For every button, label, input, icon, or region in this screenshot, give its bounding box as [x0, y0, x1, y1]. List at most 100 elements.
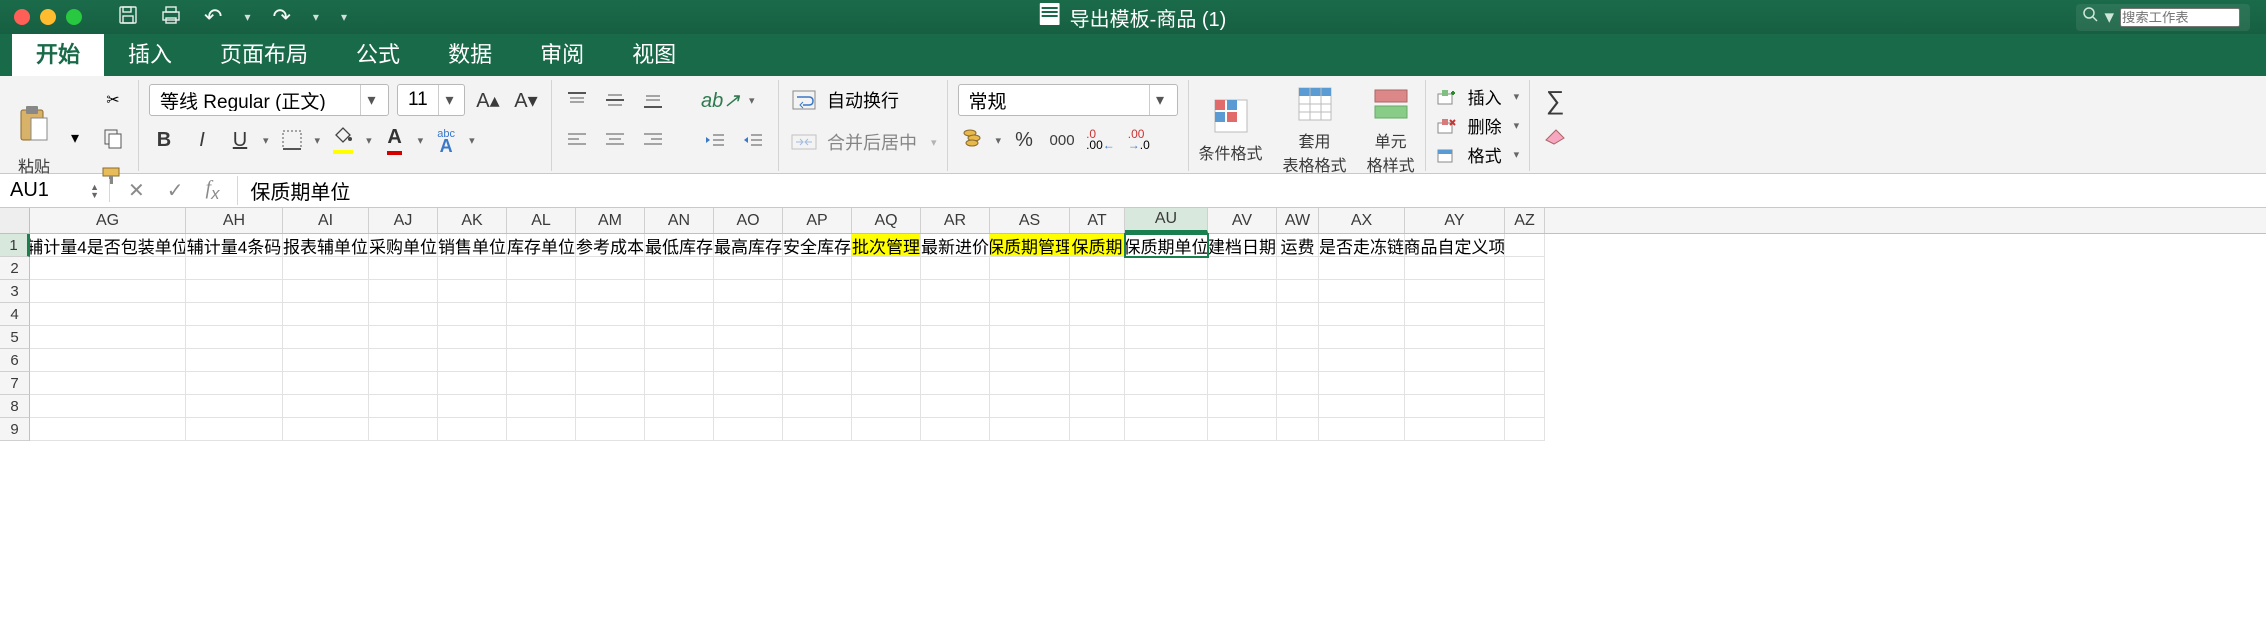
copy-button[interactable] — [98, 122, 128, 154]
clear-button[interactable] — [1540, 122, 1570, 154]
align-left-button[interactable] — [562, 124, 592, 156]
underline-button[interactable]: U — [225, 124, 255, 156]
decrease-font-button[interactable]: A▾ — [511, 84, 541, 116]
row-header[interactable]: 3 — [0, 280, 30, 303]
column-header-AY[interactable]: AY — [1405, 208, 1505, 233]
column-header-AM[interactable]: AM — [576, 208, 645, 233]
cell[interactable] — [852, 326, 921, 349]
font-name-combo[interactable]: ▾ — [149, 84, 389, 116]
cell[interactable] — [30, 418, 186, 441]
cell[interactable] — [990, 349, 1070, 372]
fill-color-button[interactable] — [328, 124, 358, 156]
cell[interactable] — [438, 280, 507, 303]
row-header[interactable]: 1 — [0, 234, 30, 257]
cell[interactable] — [1405, 326, 1505, 349]
cell[interactable]: 报表辅单位 — [283, 234, 369, 257]
column-header-AS[interactable]: AS — [990, 208, 1070, 233]
cell[interactable] — [852, 303, 921, 326]
cell[interactable] — [1405, 257, 1505, 280]
cell[interactable] — [645, 303, 714, 326]
cell[interactable] — [1208, 326, 1277, 349]
cell[interactable] — [783, 418, 852, 441]
cell[interactable] — [1070, 303, 1125, 326]
cell[interactable] — [1125, 257, 1208, 280]
column-header-AZ[interactable]: AZ — [1505, 208, 1545, 233]
cell[interactable] — [507, 280, 576, 303]
cell[interactable] — [30, 280, 186, 303]
cell[interactable] — [369, 257, 438, 280]
cell[interactable] — [1277, 326, 1319, 349]
cell[interactable] — [576, 349, 645, 372]
chevron-down-icon[interactable]: ▾ — [438, 85, 460, 115]
cell[interactable] — [921, 372, 990, 395]
tab-view[interactable]: 视图 — [608, 28, 700, 76]
cell[interactable] — [1277, 372, 1319, 395]
cell[interactable] — [783, 257, 852, 280]
redo-dropdown-icon[interactable]: ▾ — [313, 10, 319, 24]
cell[interactable] — [438, 349, 507, 372]
cell[interactable] — [1319, 395, 1405, 418]
cell[interactable] — [369, 303, 438, 326]
cell[interactable] — [990, 418, 1070, 441]
cell[interactable] — [1505, 349, 1545, 372]
cell[interactable] — [645, 418, 714, 441]
cell[interactable] — [921, 418, 990, 441]
select-all-corner[interactable] — [0, 208, 30, 233]
undo-icon[interactable]: ↶ — [204, 4, 222, 30]
cell[interactable] — [186, 303, 283, 326]
cell[interactable] — [1505, 395, 1545, 418]
cell[interactable] — [30, 257, 186, 280]
cell[interactable] — [1505, 257, 1545, 280]
cell[interactable] — [645, 280, 714, 303]
qat-customize-icon[interactable]: ▾ — [341, 10, 347, 24]
column-header-AR[interactable]: AR — [921, 208, 990, 233]
close-window-button[interactable] — [14, 9, 30, 25]
cell[interactable]: 批次管理 — [852, 234, 921, 257]
cell[interactable] — [1277, 418, 1319, 441]
cell[interactable] — [990, 303, 1070, 326]
cell[interactable] — [1319, 303, 1405, 326]
column-header-AH[interactable]: AH — [186, 208, 283, 233]
italic-button[interactable]: I — [187, 124, 217, 156]
cell[interactable] — [1070, 280, 1125, 303]
cell[interactable] — [1125, 418, 1208, 441]
name-box[interactable]: AU1 ▲▼ — [0, 179, 110, 202]
column-header-AJ[interactable]: AJ — [369, 208, 438, 233]
cell[interactable] — [30, 303, 186, 326]
row-header[interactable]: 9 — [0, 418, 30, 441]
zoom-window-button[interactable] — [66, 9, 82, 25]
cell[interactable] — [438, 372, 507, 395]
cell[interactable] — [990, 280, 1070, 303]
cell[interactable]: 商品自定义项 — [1405, 234, 1505, 257]
cell[interactable] — [1505, 303, 1545, 326]
row-header[interactable]: 8 — [0, 395, 30, 418]
cell[interactable] — [1070, 395, 1125, 418]
cell[interactable] — [1505, 418, 1545, 441]
cell[interactable] — [852, 418, 921, 441]
cell[interactable]: 辅计量4是否包装单位 — [30, 234, 186, 257]
cell[interactable] — [576, 257, 645, 280]
cell[interactable] — [369, 395, 438, 418]
cell[interactable] — [1208, 372, 1277, 395]
cell[interactable] — [783, 372, 852, 395]
column-header-AI[interactable]: AI — [283, 208, 369, 233]
row-header[interactable]: 4 — [0, 303, 30, 326]
cell-styles-button[interactable]: 单元 格样式 — [1367, 84, 1415, 176]
cell[interactable] — [576, 326, 645, 349]
cell[interactable] — [645, 395, 714, 418]
align-top-button[interactable] — [562, 84, 592, 116]
cell[interactable] — [1070, 257, 1125, 280]
cell[interactable] — [1070, 326, 1125, 349]
cell[interactable] — [30, 372, 186, 395]
orientation-dropdown[interactable]: ▾ — [749, 94, 755, 107]
fx-icon[interactable]: fx — [206, 177, 220, 204]
cell[interactable] — [1125, 303, 1208, 326]
cell[interactable] — [1070, 349, 1125, 372]
cell[interactable]: 销售单位 — [438, 234, 507, 257]
cell[interactable] — [369, 372, 438, 395]
cell[interactable] — [283, 372, 369, 395]
font-size-input[interactable] — [398, 89, 438, 111]
cell[interactable] — [507, 418, 576, 441]
format-as-table-button[interactable]: 套用 表格格式 — [1283, 84, 1347, 176]
cell[interactable] — [283, 418, 369, 441]
